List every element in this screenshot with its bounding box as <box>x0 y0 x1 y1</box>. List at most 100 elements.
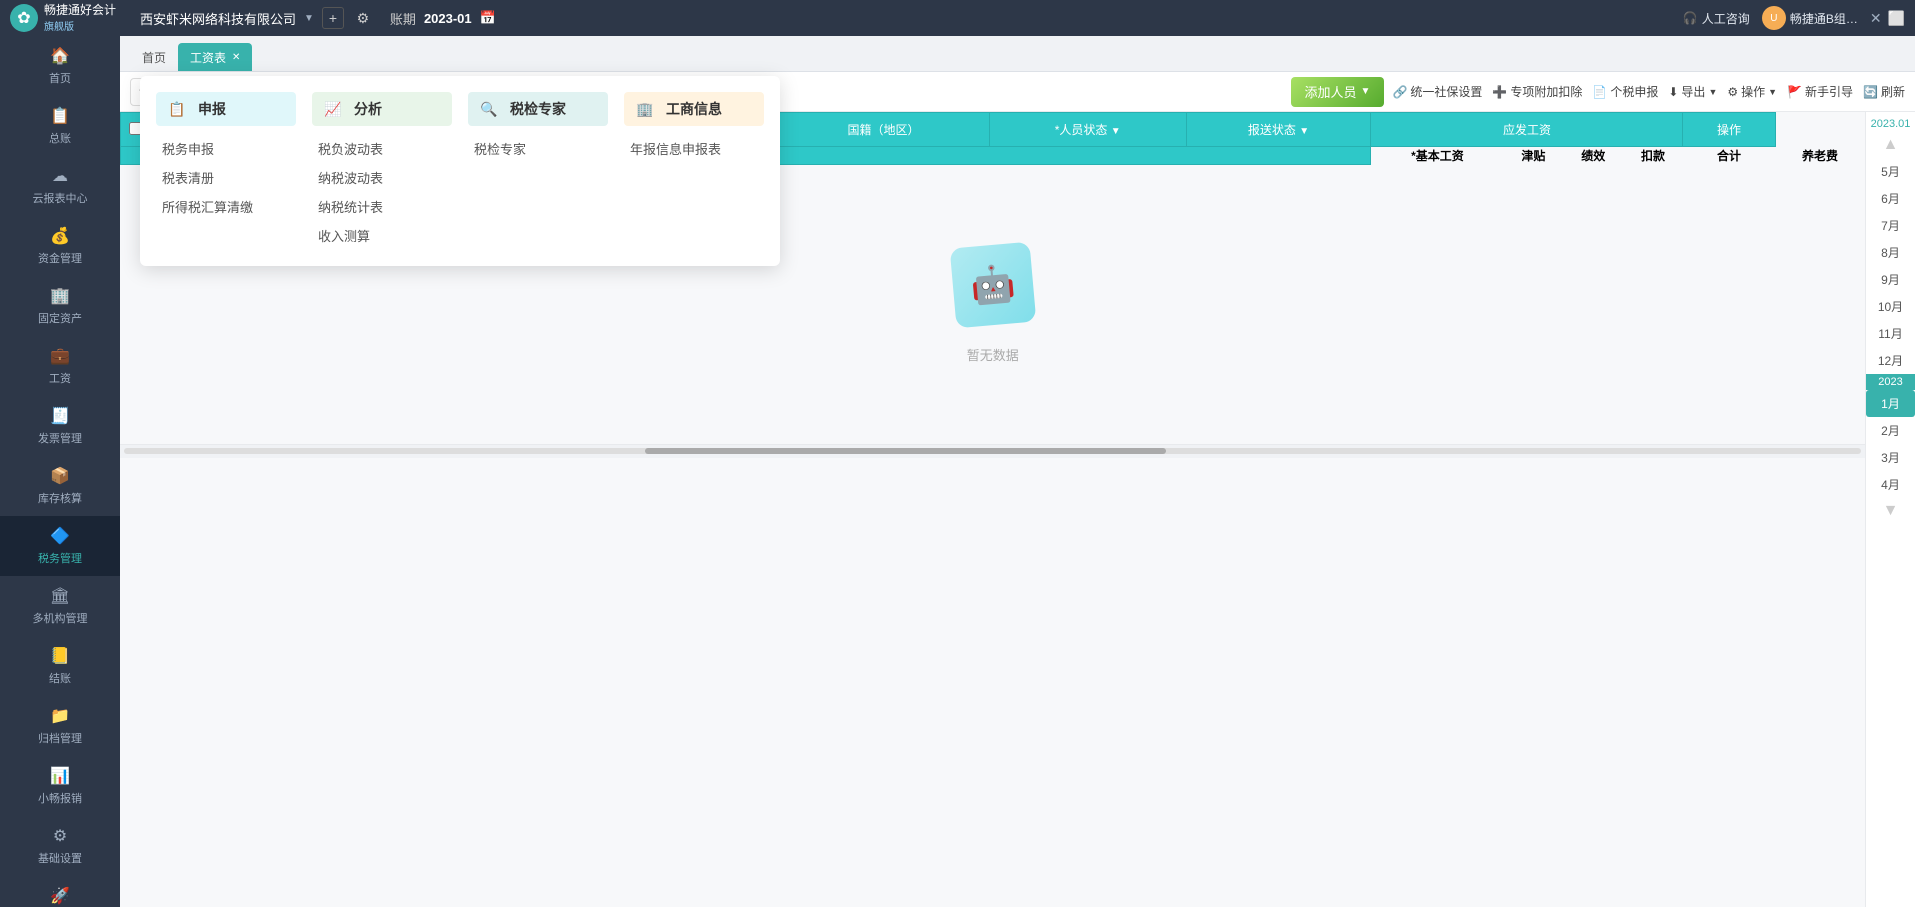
user-menu[interactable]: U 畅捷通B组… <box>1762 6 1858 30</box>
menu-item-annual-report[interactable]: 年报信息申报表 <box>624 134 764 163</box>
scroll-track[interactable] <box>124 448 1861 454</box>
app-title: 畅捷通好会计 <box>44 3 116 17</box>
window-restore-button[interactable]: ⬜ <box>1888 10 1905 27</box>
menu-item-tax-burden[interactable]: 税负波动表 <box>312 134 452 163</box>
social-insurance-icon: 🔗 <box>1392 85 1407 99</box>
tab-bar: 首页 工资表 ✕ <box>120 36 1915 72</box>
date-month-12-2022[interactable]: 12月 <box>1866 347 1915 374</box>
sidebar-item-ledger[interactable]: 📋 总账 <box>0 96 120 156</box>
ledger-icon: 📋 <box>50 106 70 126</box>
sidebar-item-home[interactable]: 🏠 首页 <box>0 36 120 96</box>
menu-item-income-tax-settle[interactable]: 所得税汇算清缴 <box>156 192 296 221</box>
tab-salary[interactable]: 工资表 ✕ <box>178 43 252 71</box>
date-month-1-2023[interactable]: 1月 <box>1866 390 1915 417</box>
tax-icon: 🔷 <box>50 526 70 546</box>
assets-icon: 🏢 <box>50 286 70 306</box>
empty-text: 暂无数据 <box>967 345 1019 364</box>
sidebar-item-inventory[interactable]: 📦 库存核算 <box>0 456 120 516</box>
th-deduction: 扣款 <box>1623 147 1683 165</box>
logo-text-block: 畅捷通好会计 旗舰版 <box>44 3 116 32</box>
action-new-guide[interactable]: 🚩 新手引导 <box>1787 83 1853 100</box>
date-month-8-2022[interactable]: 8月 <box>1866 239 1915 266</box>
action-refresh[interactable]: 🔄 刷新 <box>1863 83 1905 100</box>
gongshang-section-title: 工商信息 <box>666 99 722 119</box>
sidebar-item-basic-settings[interactable]: ⚙ 基础设置 <box>0 816 120 876</box>
action-special-deduction[interactable]: ➕ 专项附加扣除 <box>1492 83 1582 100</box>
scroll-thumb[interactable] <box>645 448 1166 454</box>
settings-icon[interactable]: ⚙ <box>352 7 374 29</box>
sidebar-item-archive[interactable]: 📁 归档管理 <box>0 696 120 756</box>
add-person-button[interactable]: 添加人员 ▼ <box>1291 77 1385 107</box>
date-month-3-2023[interactable]: 3月 <box>1866 444 1915 471</box>
date-panel-down[interactable]: ▼ <box>1883 498 1899 524</box>
add-company-button[interactable]: + <box>322 7 344 29</box>
menu-item-tax-statistics[interactable]: 纳税统计表 <box>312 192 452 221</box>
date-month-6-2022[interactable]: 6月 <box>1866 185 1915 212</box>
sidebar-item-multi-org[interactable]: 🏛 多机构管理 <box>0 576 120 636</box>
operate-icon: ⚙ <box>1727 85 1738 99</box>
date-month-10-2022[interactable]: 10月 <box>1866 293 1915 320</box>
menu-item-tax-fluctuation[interactable]: 纳税波动表 <box>312 163 452 192</box>
special-deduction-icon: ➕ <box>1492 85 1507 99</box>
action-tax-report[interactable]: 📄 个税申报 <box>1592 83 1658 100</box>
date-month-5-2022[interactable]: 5月 <box>1866 158 1915 185</box>
menu-item-tax-expert[interactable]: 税检专家 <box>468 134 608 163</box>
sidebar-item-salary[interactable]: 💼 工资 <box>0 336 120 396</box>
sidebar-item-invoice[interactable]: 🧾 发票管理 <box>0 396 120 456</box>
settings-icon-side: ⚙ <box>53 826 67 846</box>
horizontal-scrollbar[interactable] <box>120 444 1865 458</box>
tab-salary-close[interactable]: ✕ <box>232 52 240 63</box>
shuijian-section-title: 税检专家 <box>510 99 566 119</box>
cloud-icon: ☁ <box>52 166 68 186</box>
fenxi-section-title: 分析 <box>354 99 382 119</box>
date-month-11-2022[interactable]: 11月 <box>1866 320 1915 347</box>
sidebar-item-assets[interactable]: 🏢 固定资产 <box>0 276 120 336</box>
sidebar-item-expense[interactable]: 📊 小畅报销 <box>0 756 120 816</box>
export-icon: ⬇ <box>1668 85 1678 99</box>
tab-home[interactable]: 首页 <box>130 43 178 71</box>
multi-org-icon: 🏛 <box>50 586 70 606</box>
date-panel-up[interactable]: ▲ <box>1883 132 1899 158</box>
capital-icon: 💰 <box>50 226 70 246</box>
menu-item-income-estimate[interactable]: 收入测算 <box>312 221 452 250</box>
action-export[interactable]: ⬇ 导出 ▼ <box>1668 83 1717 100</box>
top-header: ✿ 畅捷通好会计 旗舰版 西安虾米网络科技有限公司 ▼ + ⚙ 账期 2023-… <box>0 0 1915 36</box>
date-month-4-2023[interactable]: 4月 <box>1866 471 1915 498</box>
action-label-guide: 新手引导 <box>1805 83 1853 100</box>
action-operate[interactable]: ⚙ 操作 ▼ <box>1727 83 1777 100</box>
date-panel: 2023.01 ▲ 5月 6月 7月 8月 9月 10月 11月 12月 202… <box>1865 112 1915 907</box>
company-name: 西安虾米网络科技有限公司 <box>140 9 296 28</box>
sidebar-item-cloud-report[interactable]: ☁ 云报表中心 <box>0 156 120 216</box>
sidebar-item-closing[interactable]: 📒 结账 <box>0 636 120 696</box>
sidebar-item-capital[interactable]: 💰 资金管理 <box>0 216 120 276</box>
menu-item-tax-declare[interactable]: 税务申报 <box>156 134 296 163</box>
date-month-9-2022[interactable]: 9月 <box>1866 266 1915 293</box>
salary-icon: 💼 <box>50 346 70 366</box>
sidebar-item-tax[interactable]: 🔷 税务管理 <box>0 516 120 576</box>
archive-icon: 📁 <box>50 706 70 726</box>
date-year-2023[interactable]: 2023 <box>1866 374 1915 390</box>
user-avatar: U <box>1762 6 1786 30</box>
date-month-2-2023[interactable]: 2月 <box>1866 417 1915 444</box>
date-month-7-2022[interactable]: 7月 <box>1866 212 1915 239</box>
th-total: 合计 <box>1683 147 1775 165</box>
service-button[interactable]: 🎧 人工咨询 <box>1683 10 1750 27</box>
sidebar-label-settings: 基础设置 <box>38 850 82 866</box>
sidebar-item-guide[interactable]: 🚀 新手引导 <box>0 876 120 907</box>
action-label-deduction: 专项附加扣除 <box>1510 83 1582 100</box>
toolbar-actions: 🔗 统一社保设置 ➕ 专项附加扣除 📄 个税申报 ⬇ 导出 ▼ ⚙ <box>1392 83 1905 100</box>
logo-area: ✿ 畅捷通好会计 旗舰版 <box>10 3 130 32</box>
dropdown-section-fenxi: 📈 分析 税负波动表 纳税波动表 纳税统计表 收入测算 <box>312 92 452 250</box>
dropdown-section-header-fenxi: 📈 分析 <box>312 92 452 126</box>
headset-icon: 🎧 <box>1683 11 1698 25</box>
company-dropdown-icon[interactable]: ▼ <box>304 13 314 24</box>
menu-item-tax-table[interactable]: 税表清册 <box>156 163 296 192</box>
fenxi-section-icon: 📈 <box>320 96 346 122</box>
window-close-button[interactable]: ✕ <box>1870 10 1882 27</box>
calendar-icon[interactable]: 📅 <box>480 10 496 26</box>
sidebar-label-salary: 工资 <box>49 370 71 386</box>
action-social-insurance[interactable]: 🔗 统一社保设置 <box>1392 83 1482 100</box>
shuijian-section-icon: 🔍 <box>476 96 502 122</box>
tab-home-label: 首页 <box>142 49 166 66</box>
operate-arrow-icon: ▼ <box>1768 87 1777 97</box>
